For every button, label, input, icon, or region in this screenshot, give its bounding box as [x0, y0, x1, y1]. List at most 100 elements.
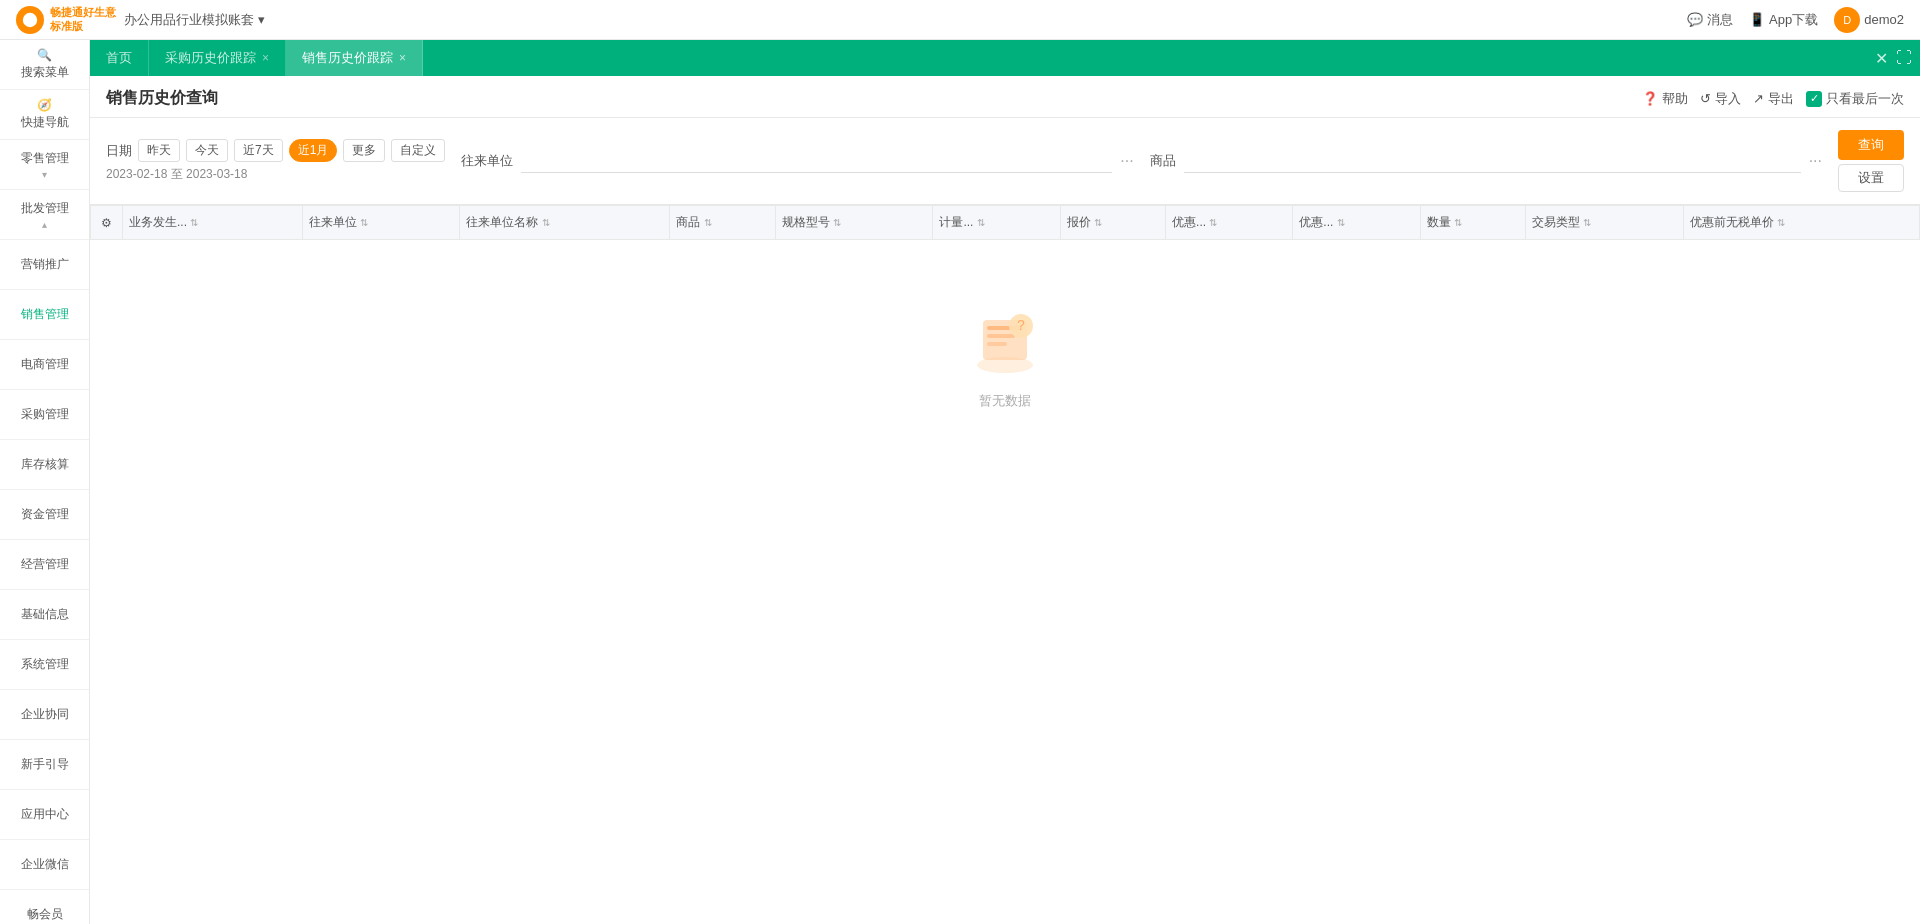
- sidebar-item-marketing[interactable]: 营销推广: [0, 240, 89, 290]
- empty-text: 暂无数据: [979, 392, 1031, 410]
- tab-bar: 首页 采购历史价跟踪 × 销售历史价跟踪 × ✕ ⛶: [90, 40, 1920, 76]
- app-selector[interactable]: 办公用品行业模拟账套 ▾: [124, 11, 265, 29]
- main-layout: 🔍 搜索菜单 🧭 快捷导航 零售管理 ▾ 批发管理 ▴ 营销推广 销售管理 电商…: [0, 40, 1920, 924]
- svg-text:?: ?: [1017, 317, 1025, 333]
- help-btn[interactable]: ❓ 帮助: [1642, 90, 1688, 108]
- sidebar-item-purchase-mgmt[interactable]: 采购管理: [0, 390, 89, 440]
- import-btn[interactable]: ↺ 导入: [1700, 90, 1741, 108]
- content-area: 首页 采购历史价跟踪 × 销售历史价跟踪 × ✕ ⛶ 销售历史价查询: [90, 40, 1920, 924]
- close-icon[interactable]: ×: [262, 51, 269, 65]
- sidebar-item-app-center[interactable]: 应用中心: [0, 790, 89, 840]
- top-bar-right: 💬 消息 📱 App下载 D demo2: [1687, 7, 1904, 33]
- date-btn-1month[interactable]: 近1月: [289, 139, 338, 162]
- sidebar-item-enterprise-wechat[interactable]: 企业微信: [0, 840, 89, 890]
- sort-icon: ⇅: [542, 217, 550, 228]
- th-spec[interactable]: 规格型号 ⇅: [775, 206, 933, 240]
- export-btn[interactable]: ↗ 导出: [1753, 90, 1794, 108]
- page-header: 销售历史价查询 ❓ 帮助 ↺ 导入 ↗ 导出: [90, 76, 1920, 118]
- th-discount1[interactable]: 优惠... ⇅: [1166, 206, 1293, 240]
- tab-purchase-history[interactable]: 采购历史价跟踪 ×: [149, 40, 286, 76]
- gear-icon[interactable]: ⚙: [101, 216, 112, 230]
- sidebar-item-ops-mgmt[interactable]: 经营管理: [0, 540, 89, 590]
- sidebar-item-search-menu[interactable]: 🔍 搜索菜单: [0, 40, 89, 90]
- page-container: 销售历史价查询 ❓ 帮助 ↺ 导入 ↗ 导出: [90, 76, 1920, 924]
- th-product[interactable]: 商品 ⇅: [670, 206, 775, 240]
- th-biz-date[interactable]: 业务发生... ⇅: [123, 206, 303, 240]
- tab-home[interactable]: 首页: [90, 40, 149, 76]
- sort-icon: ⇅: [360, 217, 368, 228]
- logo-area: 6 畅捷通好生意 标准版: [16, 6, 116, 34]
- sort-icon: ⇅: [190, 217, 198, 228]
- sidebar-item-ecommerce-mgmt[interactable]: 电商管理: [0, 340, 89, 390]
- app-download-btn[interactable]: 📱 App下载: [1749, 11, 1818, 29]
- sidebar-item-retail-mgmt[interactable]: 零售管理 ▾: [0, 140, 89, 190]
- page-actions: ❓ 帮助 ↺ 导入 ↗ 导出 只看最后一次: [1642, 90, 1904, 108]
- sidebar-item-sys-mgmt[interactable]: 系统管理: [0, 640, 89, 690]
- th-unit[interactable]: 计量... ⇅: [933, 206, 1060, 240]
- partner-label: 往来单位: [461, 152, 513, 170]
- date-filter-row: 日期 昨天 今天 近7天 近1月 更多 自定义: [106, 139, 445, 162]
- sidebar-item-sales-mgmt[interactable]: 销售管理: [0, 290, 89, 340]
- chevron-down-icon: ▾: [42, 169, 47, 180]
- maximize-icon[interactable]: ⛶: [1896, 49, 1912, 67]
- product-dots-btn[interactable]: ···: [1809, 152, 1822, 170]
- product-filter: 商品 ···: [1150, 149, 1822, 173]
- settings-button[interactable]: 设置: [1838, 164, 1904, 192]
- close-window-icon[interactable]: ✕: [1875, 49, 1888, 68]
- top-bar: 6 畅捷通好生意 标准版 办公用品行业模拟账套 ▾ 💬 消息 📱 App下载 D…: [0, 0, 1920, 40]
- th-pretax-price[interactable]: 优惠前无税单价 ⇅: [1683, 206, 1919, 240]
- chevron-down-icon: ▾: [258, 12, 265, 27]
- sort-icon: ⇅: [1094, 217, 1102, 228]
- query-button[interactable]: 查询: [1838, 130, 1904, 160]
- sidebar-item-basic-info[interactable]: 基础信息: [0, 590, 89, 640]
- product-input[interactable]: [1184, 149, 1801, 173]
- sidebar-item-quick-nav[interactable]: 🧭 快捷导航: [0, 90, 89, 140]
- date-btn-7days[interactable]: 近7天: [234, 139, 283, 162]
- date-btn-more[interactable]: 更多: [343, 139, 385, 162]
- tab-sales-history[interactable]: 销售历史价跟踪 ×: [286, 40, 423, 76]
- sort-icon: ⇅: [977, 217, 985, 228]
- compass-icon: 🧭: [37, 98, 52, 112]
- logo-text: 畅捷通好生意 标准版: [50, 6, 116, 32]
- empty-illustration: ?: [965, 300, 1045, 380]
- partner-dots-btn[interactable]: ···: [1120, 152, 1133, 170]
- sort-icon: ⇅: [833, 217, 841, 228]
- date-range: 2023-02-18 至 2023-03-18: [106, 166, 445, 183]
- date-btn-yesterday[interactable]: 昨天: [138, 139, 180, 162]
- chevron-up-icon: ▴: [42, 219, 47, 230]
- svg-rect-6: [987, 342, 1007, 346]
- sidebar-item-wholesale-mgmt[interactable]: 批发管理 ▴: [0, 190, 89, 240]
- th-qty[interactable]: 数量 ⇅: [1420, 206, 1525, 240]
- sort-icon: ⇅: [1583, 217, 1591, 228]
- svg-rect-5: [987, 334, 1015, 338]
- th-partner-code[interactable]: 往来单位 ⇅: [302, 206, 460, 240]
- sidebar-item-finance-mgmt[interactable]: 资金管理: [0, 490, 89, 540]
- sort-icon: ⇅: [1209, 217, 1217, 228]
- sidebar-item-enterprise-collab[interactable]: 企业协同: [0, 690, 89, 740]
- date-btn-custom[interactable]: 自定义: [391, 139, 445, 162]
- user-area[interactable]: D demo2: [1834, 7, 1904, 33]
- message-btn[interactable]: 💬 消息: [1687, 11, 1733, 29]
- th-discount2[interactable]: 优惠... ⇅: [1293, 206, 1420, 240]
- export-icon: ↗: [1753, 91, 1764, 106]
- th-partner-name[interactable]: 往来单位名称 ⇅: [460, 206, 670, 240]
- th-gear[interactable]: ⚙: [91, 206, 123, 240]
- product-label: 商品: [1150, 152, 1176, 170]
- top-bar-left: 6 畅捷通好生意 标准版 办公用品行业模拟账套 ▾: [16, 6, 265, 34]
- th-quote[interactable]: 报价 ⇅: [1060, 206, 1165, 240]
- sort-icon: ⇅: [1454, 217, 1462, 228]
- search-icon: 🔍: [37, 48, 52, 62]
- svg-text:6: 6: [26, 15, 31, 25]
- help-icon: ❓: [1642, 91, 1658, 106]
- date-btn-today[interactable]: 今天: [186, 139, 228, 162]
- sidebar-item-vip-member[interactable]: 畅会员: [0, 890, 89, 924]
- download-icon: 📱: [1749, 12, 1765, 27]
- sidebar-item-inventory[interactable]: 库存核算: [0, 440, 89, 490]
- table-area: ⚙ 业务发生... ⇅ 往来单位 ⇅ 往来单位名称: [90, 205, 1920, 924]
- sidebar-item-beginner-guide[interactable]: 新手引导: [0, 740, 89, 790]
- page-title: 销售历史价查询: [106, 88, 218, 109]
- only-last-toggle[interactable]: 只看最后一次: [1806, 90, 1904, 108]
- th-trade-type[interactable]: 交易类型 ⇅: [1525, 206, 1683, 240]
- partner-input[interactable]: [521, 149, 1112, 173]
- close-icon[interactable]: ×: [399, 51, 406, 65]
